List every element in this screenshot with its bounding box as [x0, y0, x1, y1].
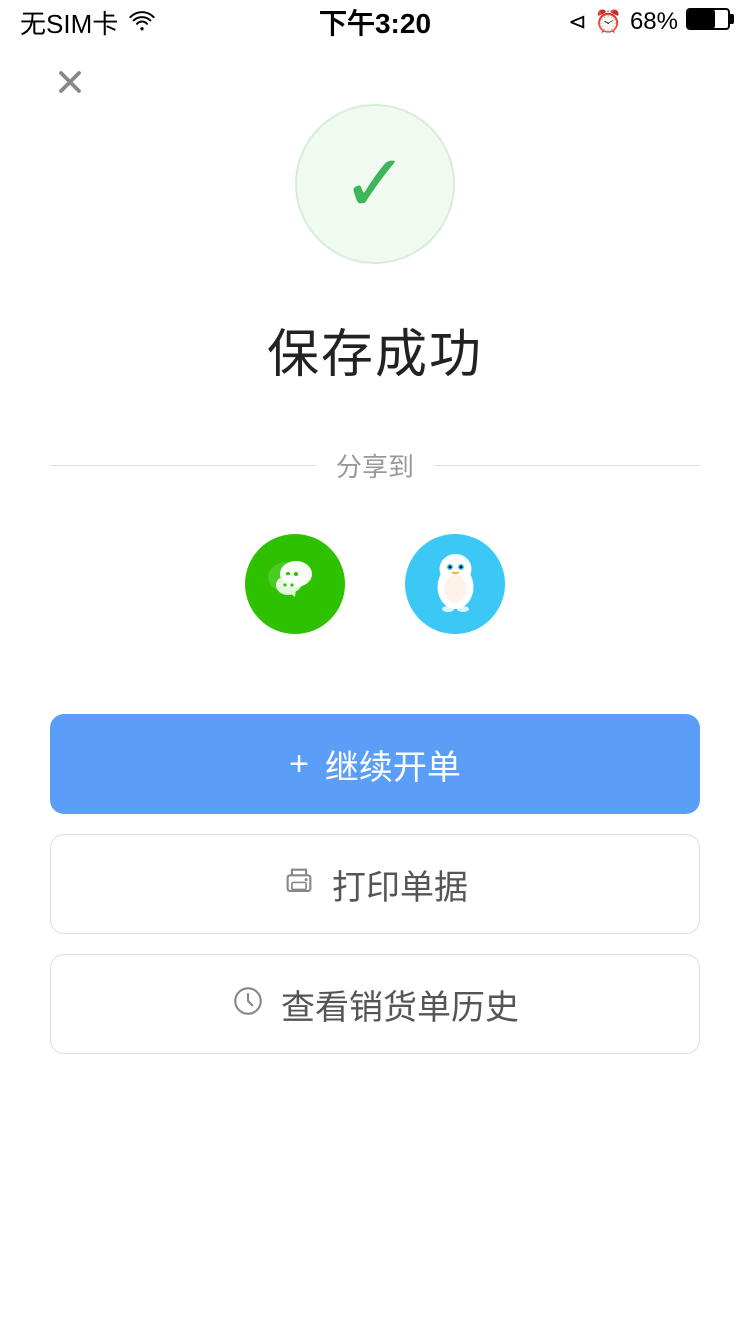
continue-button[interactable]: + 继续开单 [50, 714, 700, 814]
qq-share-button[interactable] [405, 534, 505, 634]
share-icons [50, 534, 700, 634]
action-buttons: + 继续开单 打印单据 查看销货单历史 [0, 714, 750, 1054]
plus-icon: + [289, 747, 309, 781]
location-icon: ⊲ [568, 9, 586, 35]
history-label: 查看销货单历史 [281, 980, 519, 1029]
print-icon [282, 864, 316, 904]
main-content: ✓ 保存成功 分享到 [0, 44, 750, 1054]
status-right: ⊲ ⏰ 68% [568, 8, 730, 37]
divider-left [50, 465, 316, 466]
continue-label: 继续开单 [325, 740, 461, 789]
wifi-icon [128, 7, 156, 38]
battery-percentage: 68% [630, 8, 678, 36]
history-button[interactable]: 查看销货单历史 [50, 954, 700, 1054]
checkmark-icon: ✓ [341, 144, 408, 224]
history-icon [231, 984, 265, 1024]
share-section: 分享到 [0, 447, 750, 634]
alarm-icon: ⏰ [595, 9, 622, 35]
status-bar: 无SIM卡 下午3:20 ⊲ ⏰ 68% [0, 0, 750, 44]
carrier-label: 无SIM卡 [20, 4, 118, 41]
status-left: 无SIM卡 [20, 4, 156, 41]
battery-icon [686, 8, 730, 37]
success-title: 保存成功 [267, 312, 483, 387]
time-display: 下午3:20 [319, 2, 431, 42]
success-circle: ✓ [295, 104, 455, 264]
print-label: 打印单据 [332, 860, 468, 909]
share-divider: 分享到 [50, 447, 700, 484]
divider-right [434, 465, 700, 466]
print-button[interactable]: 打印单据 [50, 834, 700, 934]
wechat-share-button[interactable] [245, 534, 345, 634]
close-button[interactable] [40, 52, 100, 112]
share-label: 分享到 [336, 447, 414, 484]
